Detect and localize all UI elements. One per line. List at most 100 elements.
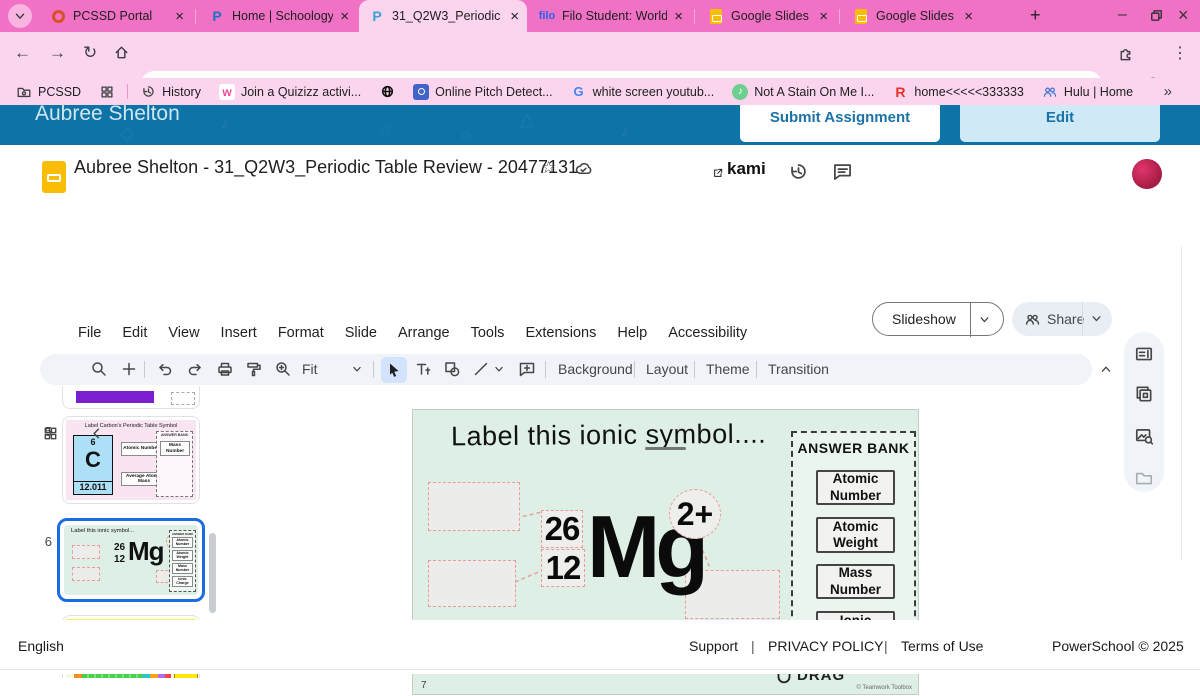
paint-format-icon[interactable] bbox=[245, 360, 263, 378]
kami-panel-icon[interactable] bbox=[1134, 344, 1154, 364]
collapse-filmstrip-icon[interactable] bbox=[88, 425, 105, 442]
tab-schoology-home[interactable]: P Home | Schoology × bbox=[199, 0, 357, 32]
slides-app-icon[interactable] bbox=[42, 161, 66, 193]
tab-google-slides-1[interactable]: Google Slides × bbox=[698, 0, 836, 32]
background-button[interactable]: Background bbox=[558, 361, 633, 377]
menu-slide[interactable]: Slide bbox=[345, 325, 377, 341]
collapse-toolbar-icon[interactable] bbox=[1098, 361, 1114, 377]
menu-help[interactable]: Help bbox=[617, 325, 647, 341]
bookmark-quizizz[interactable]: w Join a Quizizz activi... bbox=[213, 81, 367, 103]
thumb6-chip[interactable]: Mass Number bbox=[172, 563, 193, 574]
line-dropdown-icon[interactable] bbox=[492, 362, 506, 376]
bookmark-white-screen[interactable]: G white screen youtub... bbox=[565, 81, 721, 103]
star-document-icon[interactable]: ☆ bbox=[541, 158, 556, 178]
search-menus-icon[interactable] bbox=[90, 360, 108, 378]
close-tab-icon[interactable]: × bbox=[175, 9, 184, 24]
print-icon[interactable] bbox=[216, 360, 234, 378]
shape-icon[interactable] bbox=[443, 360, 461, 378]
layout-button[interactable]: Layout bbox=[646, 361, 688, 377]
menu-view[interactable]: View bbox=[168, 325, 199, 341]
share-button[interactable]: Share bbox=[1012, 302, 1112, 336]
chip-atomic-number[interactable]: Atomic Number bbox=[816, 470, 895, 505]
thumbnail-slide-5[interactable]: Label Carbon's Periodic Table Symbol 6 C… bbox=[62, 416, 200, 504]
tab-filo-student[interactable]: filo Filo Student: World's × bbox=[529, 0, 691, 32]
edit-button[interactable]: Edit bbox=[960, 105, 1160, 142]
cloud-saved-icon[interactable] bbox=[574, 159, 593, 178]
menu-insert[interactable]: Insert bbox=[221, 325, 257, 341]
thumbnail-slide-4-partial[interactable] bbox=[62, 386, 200, 409]
thumbnail-slide-6-selected[interactable]: Label this ionic symbol... 26 12 Mg 2+ A… bbox=[57, 518, 205, 602]
window-minimize-button[interactable]: – bbox=[1118, 6, 1127, 24]
browser-menu-icon[interactable]: ⋮ bbox=[1172, 43, 1188, 63]
comments-icon[interactable] bbox=[832, 161, 853, 182]
mass-number-value[interactable]: 26 bbox=[541, 510, 583, 548]
forward-button[interactable]: → bbox=[49, 43, 66, 63]
filmstrip-scrollbar[interactable] bbox=[209, 533, 216, 613]
slideshow-button[interactable]: Slideshow bbox=[872, 302, 1004, 337]
bookmark-home333333[interactable]: R home<<<<<333333 bbox=[886, 81, 1029, 103]
menu-file[interactable]: File bbox=[78, 325, 101, 341]
extensions-icon[interactable] bbox=[1117, 45, 1134, 62]
back-button[interactable]: ← bbox=[14, 43, 31, 63]
chip-mass-number[interactable]: Mass Number bbox=[816, 564, 895, 599]
dropzone-atomic-number[interactable] bbox=[428, 560, 516, 607]
bookmark-hulu[interactable]: Hulu | Home bbox=[1036, 81, 1139, 103]
home-button[interactable] bbox=[113, 44, 130, 61]
fit-dropdown-icon[interactable] bbox=[350, 362, 364, 376]
thumb6-chip[interactable]: Atomic Number bbox=[172, 537, 193, 548]
menu-tools[interactable]: Tools bbox=[471, 325, 505, 341]
kami-button[interactable]: kami bbox=[727, 159, 766, 179]
slide-title[interactable]: Label this ionic symbol.... bbox=[451, 419, 766, 453]
share-dropdown-icon[interactable] bbox=[1089, 311, 1104, 326]
line-tool-icon[interactable] bbox=[472, 360, 490, 378]
close-tab-icon[interactable]: × bbox=[510, 9, 519, 24]
menu-edit[interactable]: Edit bbox=[122, 325, 147, 341]
bookmark-pcssd-folder[interactable]: PCSSD bbox=[10, 81, 87, 103]
tab-search-button[interactable] bbox=[8, 4, 32, 28]
bookmarks-overflow-icon[interactable]: » bbox=[1164, 83, 1190, 100]
close-tab-icon[interactable]: × bbox=[819, 9, 828, 24]
window-restore-button[interactable] bbox=[1148, 7, 1165, 24]
zoom-fit-select[interactable]: Fit bbox=[302, 361, 318, 377]
menu-arrange[interactable]: Arrange bbox=[398, 325, 450, 341]
bookmark-history[interactable]: History bbox=[134, 81, 207, 103]
select-tool-icon[interactable] bbox=[381, 357, 407, 383]
atomic-number-value[interactable]: 12 bbox=[541, 549, 585, 587]
reload-button[interactable]: ↻ bbox=[83, 43, 97, 63]
close-tab-icon[interactable]: × bbox=[964, 9, 973, 24]
image-search-icon[interactable] bbox=[1134, 426, 1154, 446]
submit-assignment-button[interactable]: Submit Assignment bbox=[740, 105, 940, 142]
bookmark-pitch-detect[interactable]: Online Pitch Detect... bbox=[407, 81, 558, 103]
zoom-icon[interactable] bbox=[274, 360, 292, 378]
document-title[interactable]: Aubree Shelton - 31_Q2W3_Periodic Table … bbox=[74, 157, 578, 178]
new-tab-button[interactable]: + bbox=[1030, 5, 1041, 26]
support-link[interactable]: Support bbox=[689, 638, 738, 654]
chip-atomic-weight[interactable]: Atomic Weight bbox=[816, 517, 895, 553]
bookmark-not-a-stain[interactable]: ♪ Not A Stain On Me I... bbox=[726, 81, 880, 103]
redo-icon[interactable] bbox=[186, 360, 204, 378]
terms-of-use-link[interactable]: Terms of Use bbox=[901, 638, 983, 654]
grid-view-button[interactable] bbox=[42, 425, 59, 442]
theme-button[interactable]: Theme bbox=[706, 361, 750, 377]
tab-periodic-review-active[interactable]: P 31_Q2W3_Periodic T × bbox=[359, 0, 527, 32]
transition-button[interactable]: Transition bbox=[768, 361, 829, 377]
menu-format[interactable]: Format bbox=[278, 325, 324, 341]
notes-resize-handle[interactable] bbox=[645, 447, 686, 450]
close-tab-icon[interactable]: × bbox=[340, 9, 349, 24]
new-slide-icon[interactable] bbox=[120, 360, 138, 378]
ionic-charge-value[interactable]: 2+ bbox=[669, 489, 721, 539]
bookmark-globe[interactable] bbox=[373, 81, 401, 103]
thumb5-chip-atomic-number[interactable]: Atomic Number bbox=[121, 442, 161, 456]
dropzone-mass-number[interactable] bbox=[428, 482, 520, 531]
undo-icon[interactable] bbox=[156, 360, 174, 378]
window-close-button[interactable]: × bbox=[1178, 5, 1189, 26]
thumb6-chip[interactable]: Atomic Weight bbox=[172, 550, 193, 561]
tab-pcssd-portal[interactable]: PCSSD Portal × bbox=[40, 0, 192, 32]
thumb5-chip-mass-number[interactable]: Mass Number bbox=[160, 441, 190, 456]
version-history-icon[interactable] bbox=[788, 161, 809, 182]
user-avatar[interactable] bbox=[1132, 159, 1162, 189]
menu-accessibility[interactable]: Accessibility bbox=[668, 325, 747, 341]
slideshow-dropdown-icon[interactable] bbox=[977, 312, 992, 327]
text-box-icon[interactable] bbox=[414, 360, 432, 378]
insert-comment-icon[interactable] bbox=[518, 360, 536, 378]
